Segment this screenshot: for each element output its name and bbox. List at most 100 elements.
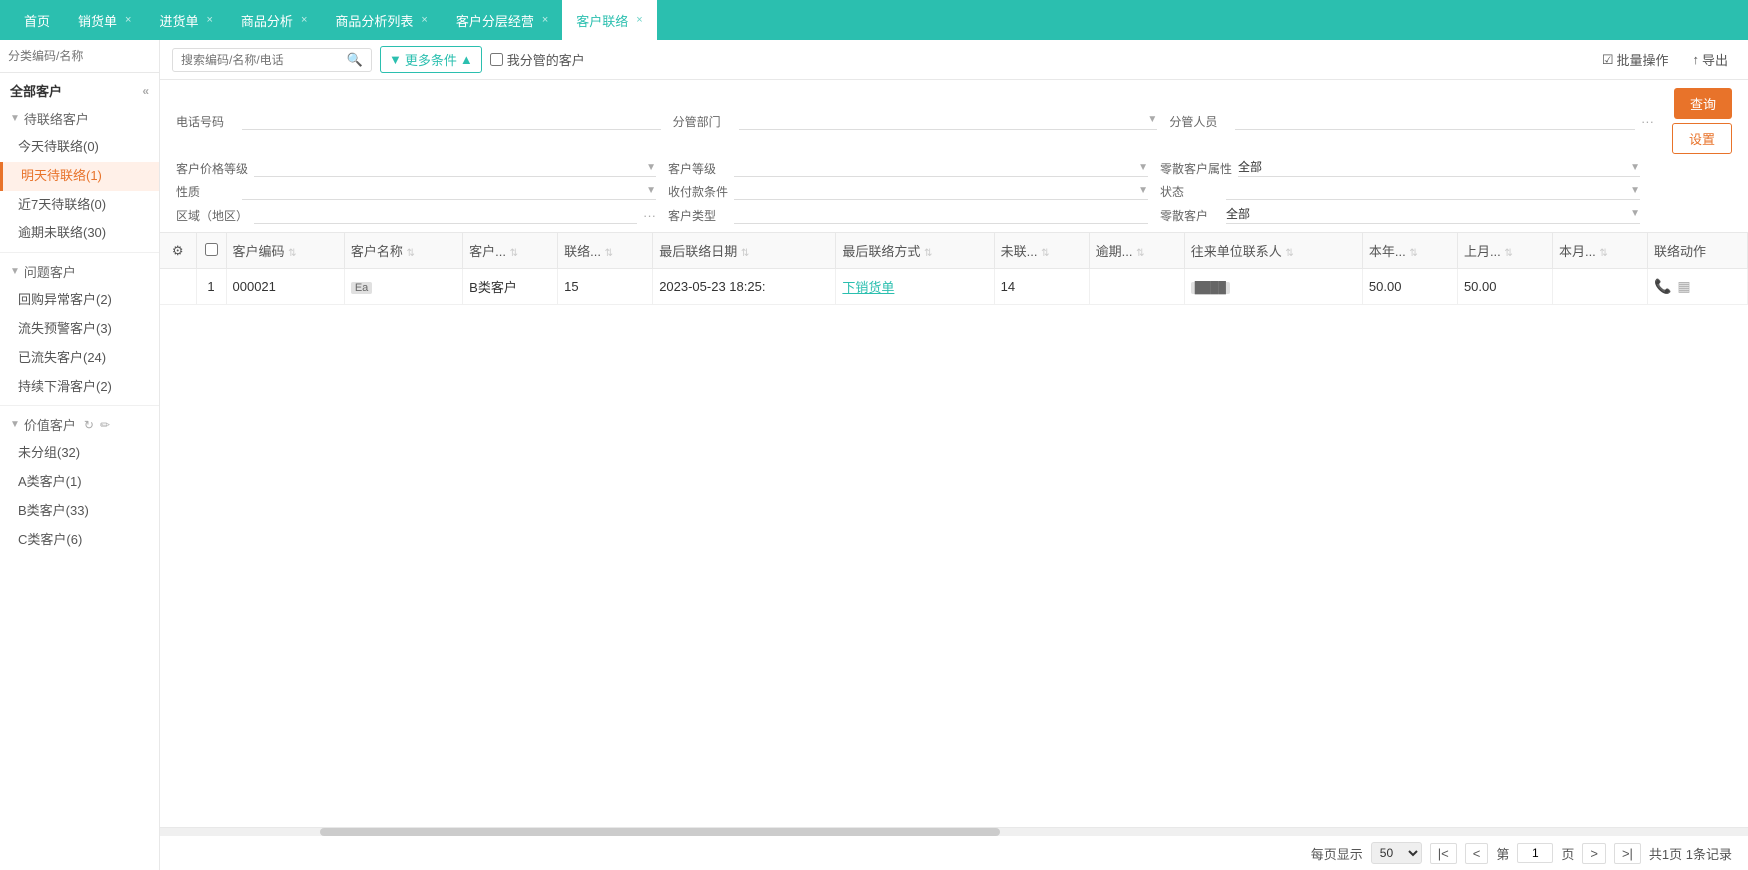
action-grid-icon[interactable]: ▦ xyxy=(1677,278,1690,295)
search-input[interactable] xyxy=(181,53,343,67)
nav-product-list[interactable]: 商品分析列表 × xyxy=(321,0,441,40)
contact-count-sort-icon[interactable]: ⇅ xyxy=(605,248,613,259)
nav-customer-contact[interactable]: 客户联络 × xyxy=(562,0,656,40)
region-dots-btn[interactable]: ··· xyxy=(643,208,656,223)
value-group[interactable]: ▼ 价值客户 ↻ ✏ xyxy=(0,410,159,439)
sidebar-item-overdue[interactable]: 逾期未联络(30) xyxy=(0,219,159,248)
scrollbar-placeholder xyxy=(160,827,1748,835)
nav-sales-close[interactable]: × xyxy=(125,14,131,26)
td-this-month xyxy=(1552,269,1647,305)
collapse-icon[interactable]: « xyxy=(142,84,149,98)
no-contact-sort-icon[interactable]: ⇅ xyxy=(1041,248,1049,259)
last-date-sort-icon[interactable]: ⇅ xyxy=(741,248,749,259)
sidebar-item-today[interactable]: 今天待联络(0) xyxy=(0,133,159,162)
per-page-select[interactable]: 50 10 20 100 xyxy=(1371,842,1422,864)
phone-input[interactable] xyxy=(242,113,661,127)
manager-input[interactable] xyxy=(1235,113,1635,127)
this-month-sort-icon[interactable]: ⇅ xyxy=(1599,248,1607,259)
last-method-sort-icon[interactable]: ⇅ xyxy=(924,248,932,259)
nav-home[interactable]: 首页 xyxy=(10,0,64,40)
export-btn[interactable]: ↑ 导出 xyxy=(1684,47,1736,72)
dept-select[interactable] xyxy=(739,113,1158,127)
td-no-contact: 14 xyxy=(994,269,1089,305)
this-year-sort-icon[interactable]: ⇅ xyxy=(1409,248,1417,259)
more-conditions-chevron: ▲ xyxy=(460,52,473,67)
export-icon: ↑ xyxy=(1692,52,1699,67)
value-refresh-icon[interactable]: ↻ xyxy=(84,418,94,432)
nav-sales[interactable]: 销货单 × xyxy=(64,0,145,40)
retail-attr-select[interactable]: 全部 xyxy=(1238,160,1640,174)
last-page-btn[interactable]: >| xyxy=(1614,843,1641,864)
gear-icon[interactable]: ⚙ xyxy=(172,243,184,258)
sidebar-item-class-a[interactable]: A类客户(1) xyxy=(0,468,159,497)
sidebar-item-tomorrow[interactable]: 明天待联络(1) xyxy=(0,162,159,191)
sidebar-item-class-c[interactable]: C类客户(6) xyxy=(0,526,159,555)
contact-person-sort-icon[interactable]: ⇅ xyxy=(1285,248,1293,259)
region-input[interactable] xyxy=(254,207,637,221)
nature-select[interactable] xyxy=(242,183,656,197)
retail-cust-select[interactable]: 全部 xyxy=(1226,207,1640,221)
value-edit-icon[interactable]: ✏ xyxy=(100,418,110,432)
price-grade-select[interactable] xyxy=(254,160,656,174)
status-select[interactable] xyxy=(1226,183,1640,197)
nav-product-analysis[interactable]: 商品分析 × xyxy=(227,0,321,40)
nav-customer-contact-close[interactable]: × xyxy=(636,14,642,26)
my-customers-checkbox[interactable] xyxy=(490,53,503,66)
sidebar-search-input[interactable] xyxy=(8,49,160,63)
nav-purchase-close[interactable]: × xyxy=(206,14,212,26)
pending-group[interactable]: ▼ 待联络客户 xyxy=(0,104,159,133)
all-customers-header[interactable]: 全部客户 « xyxy=(0,73,159,104)
code-sort-icon[interactable]: ⇅ xyxy=(288,248,296,259)
manager-input-wrap xyxy=(1235,112,1635,130)
scroll-thumb[interactable] xyxy=(320,828,1000,836)
adv-cell-phone: 电话号码 xyxy=(176,112,673,130)
td-actions: 📞 ▦ xyxy=(1647,269,1747,305)
query-btn[interactable]: 查询 xyxy=(1674,88,1732,119)
last-month-sort-icon[interactable]: ⇅ xyxy=(1504,248,1512,259)
type-sort-icon[interactable]: ⇅ xyxy=(510,248,518,259)
manager-dots-btn[interactable]: ··· xyxy=(1641,114,1654,129)
phone-input-wrap xyxy=(242,112,661,130)
payment-label: 收付款条件 xyxy=(668,183,728,200)
page-input[interactable] xyxy=(1517,843,1553,863)
status-label: 状态 xyxy=(1160,183,1220,200)
nav-customer-segment[interactable]: 客户分层经营 × xyxy=(442,0,562,40)
sidebar-item-churn-warning[interactable]: 流失预警客户(3) xyxy=(0,315,159,344)
prev-page-btn[interactable]: < xyxy=(1465,843,1489,864)
next-page-btn[interactable]: > xyxy=(1582,843,1606,864)
sidebar-item-churned[interactable]: 已流失客户(24) xyxy=(0,344,159,373)
sidebar-item-7days[interactable]: 近7天待联络(0) xyxy=(0,191,159,220)
nav-product-list-close[interactable]: × xyxy=(421,14,427,26)
td-last-method: 下销货单 xyxy=(836,269,994,305)
batch-op-btn[interactable]: ☑ 批量操作 xyxy=(1594,47,1677,72)
nav-purchase[interactable]: 进货单 × xyxy=(145,0,226,40)
scroll-track[interactable] xyxy=(160,828,1748,836)
last-method-link[interactable]: 下销货单 xyxy=(842,280,894,295)
adv-cell-cust-type: 客户类型 xyxy=(668,206,1160,224)
nav-product-analysis-close[interactable]: × xyxy=(301,14,307,26)
search-icon[interactable]: 🔍 xyxy=(347,52,363,68)
sidebar-item-ungrouped[interactable]: 未分组(32) xyxy=(0,439,159,468)
phone-label: 电话号码 xyxy=(176,113,236,130)
payment-select[interactable] xyxy=(734,183,1148,197)
cust-type-input[interactable] xyxy=(734,207,1148,221)
action-phone-icon[interactable]: 📞 xyxy=(1654,278,1671,295)
select-all-checkbox[interactable] xyxy=(205,243,218,256)
total-records: 共1页 1条记录 xyxy=(1649,844,1732,863)
sidebar-item-repurchase-abnormal[interactable]: 回购异常客户(2) xyxy=(0,286,159,315)
cust-grade-select-wrap: ▼ xyxy=(734,160,1148,177)
th-last-method: 最后联络方式 ⇅ xyxy=(836,233,994,269)
problem-group[interactable]: ▼ 问题客户 xyxy=(0,257,159,286)
sidebar-item-declining[interactable]: 持续下滑客户(2) xyxy=(0,373,159,402)
sidebar-item-class-b[interactable]: B类客户(33) xyxy=(0,497,159,526)
adv-cell-price-grade: 客户价格等级 ▼ xyxy=(176,160,668,177)
overdue-sort-icon[interactable]: ⇅ xyxy=(1136,248,1144,259)
customer-table: ⚙ 客户编码 ⇅ 客户名称 ⇅ xyxy=(160,233,1748,305)
nav-customer-segment-close[interactable]: × xyxy=(542,14,548,26)
name-sort-icon[interactable]: ⇅ xyxy=(406,248,414,259)
set-btn[interactable]: 设置 xyxy=(1672,123,1732,154)
table-body: 1 000021 Ea B类客户 15 xyxy=(160,269,1748,305)
more-conditions-btn[interactable]: ▼ 更多条件 ▲ xyxy=(380,46,482,73)
first-page-btn[interactable]: |< xyxy=(1430,843,1457,864)
cust-grade-select[interactable] xyxy=(734,160,1148,174)
